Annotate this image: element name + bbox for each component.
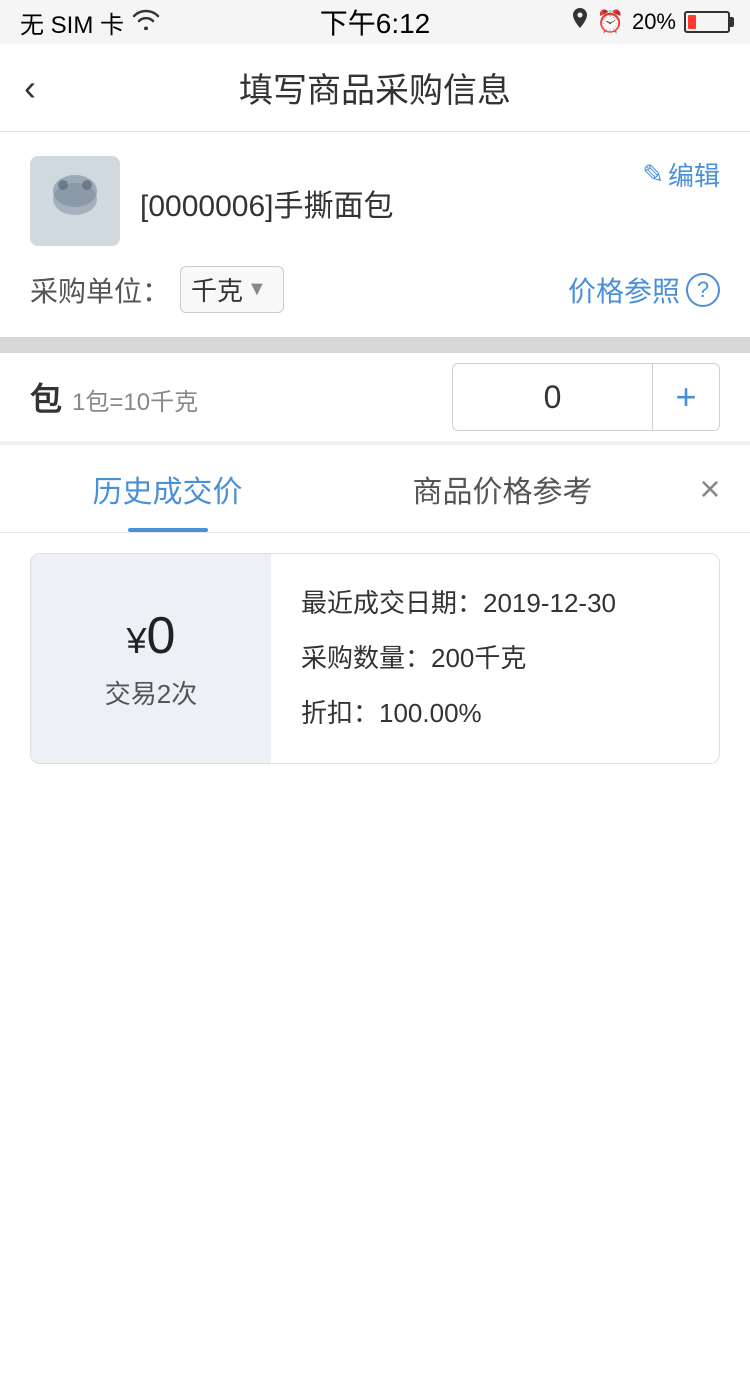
price-ref-button[interactable]: 价格参照 ? [568,270,720,310]
wifi-icon [132,8,160,37]
history-detail-quantity: 采购数量：200千克 [301,639,689,678]
nav-bar: ‹ 填写商品采购信息 [0,44,750,132]
history-detail-date: 最近成交日期：2019-12-30 [301,584,689,623]
product-thumbnail-icon [45,171,105,231]
history-card: ¥0 交易2次 最近成交日期：2019-12-30 采购数量：200千克 折扣：… [30,553,720,764]
product-header: [0000006]手撕面包 ✎ 编辑 [30,156,720,246]
page-background [0,784,750,1384]
battery-icon [684,11,730,33]
history-card-right: 最近成交日期：2019-12-30 采购数量：200千克 折扣：100.00% [271,554,719,763]
quantity-plus-button[interactable]: + [652,363,720,431]
quantity-input-group: + [452,363,720,431]
purchase-unit-label: 采购单位： [30,270,170,310]
purchase-row: 采购单位： 千克 ▼ 价格参照 ? [30,266,720,313]
discount-label: 折扣： [301,698,379,728]
product-image [30,156,120,246]
section-divider [0,337,750,353]
quantity-input[interactable] [452,363,652,431]
history-trades: 交易2次 [105,674,197,711]
discount-value: 100.00% [379,698,482,728]
date-value: 2019-12-30 [483,588,616,618]
tab-active-indicator [128,528,208,532]
chevron-down-icon: ▼ [247,278,267,301]
history-price-value: 0 [147,607,176,665]
tab-product-price-ref[interactable]: 商品价格参考 [335,445,670,532]
product-left: [0000006]手撕面包 [30,156,393,246]
currency-symbol: ¥ [127,620,147,661]
tab-close-button[interactable]: × [670,468,750,510]
carrier-text: 无 SIM 卡 [20,5,124,40]
unit-dropdown[interactable]: 千克 ▼ [180,266,284,313]
status-right: ⏰ 20% [571,8,730,36]
tab-history-price-label: 历史成交价 [93,467,243,511]
product-card: [0000006]手撕面包 ✎ 编辑 采购单位： 千克 ▼ 价格参照 ? [0,132,750,337]
location-icon [571,8,589,36]
back-button[interactable]: ‹ [24,67,36,109]
quantity-label: 包 1包=10千克 [30,374,198,420]
product-name: [0000006]手撕面包 [140,177,393,225]
quantity-conversion: 1包=10千克 [72,382,198,417]
alarm-icon: ⏰ [597,9,624,35]
tab-history-price[interactable]: 历史成交价 [0,445,335,532]
tabs-header: 历史成交价 商品价格参考 × [0,445,750,533]
history-price: ¥0 [127,606,176,666]
status-time: 下午6:12 [320,2,431,42]
edit-icon: ✎ [642,159,664,190]
price-ref-question-icon: ? [686,273,720,307]
tabs-panel: 历史成交价 商品价格参考 × ¥0 交易2次 最近成交日期：2019-12-30… [0,445,750,784]
battery-percent: 20% [632,9,676,35]
history-card-left: ¥0 交易2次 [31,554,271,763]
quantity-unit: 包 [30,374,62,420]
quantity-value: 200千克 [431,643,526,673]
tab-product-price-ref-label: 商品价格参考 [413,467,593,511]
history-card-container: ¥0 交易2次 最近成交日期：2019-12-30 采购数量：200千克 折扣：… [0,533,750,784]
quantity-label: 采购数量： [301,643,431,673]
quantity-row: 包 1包=10千克 + [0,353,750,441]
edit-label: 编辑 [668,156,720,193]
history-detail-discount: 折扣：100.00% [301,694,689,733]
page-title: 填写商品采购信息 [239,63,511,112]
status-bar: 无 SIM 卡 下午6:12 ⏰ 20% [0,0,750,44]
purchase-left: 采购单位： 千克 ▼ [30,266,284,313]
status-left: 无 SIM 卡 [20,5,160,40]
price-ref-label: 价格参照 [568,270,680,310]
date-label: 最近成交日期： [301,588,483,618]
battery-fill [688,15,696,29]
unit-value: 千克 [191,271,243,308]
edit-button[interactable]: ✎ 编辑 [642,156,720,193]
